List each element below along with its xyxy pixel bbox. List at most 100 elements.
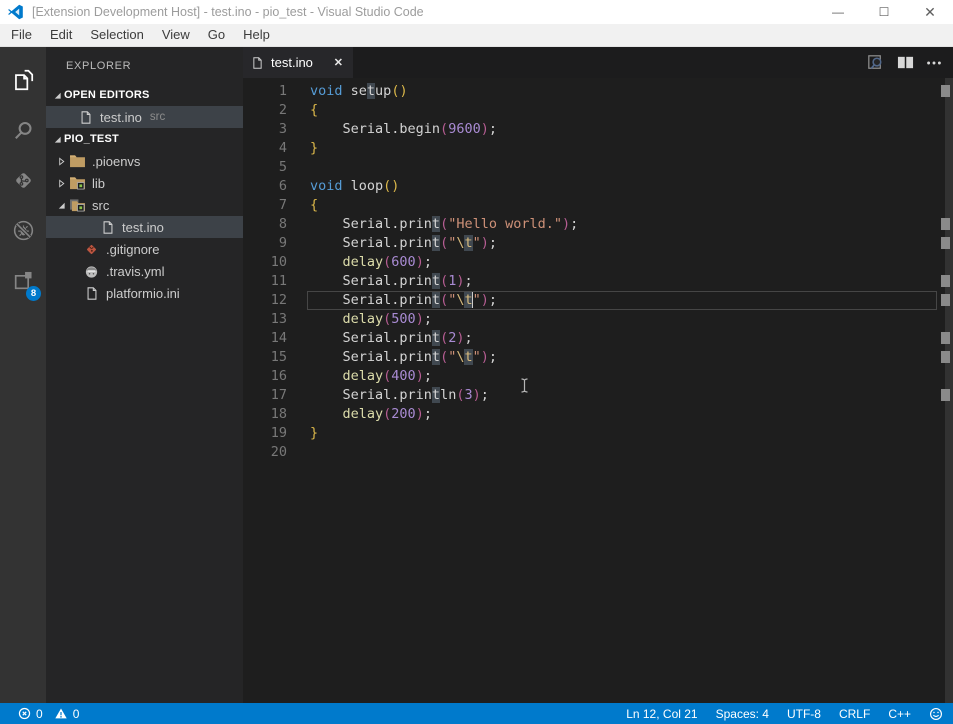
section-header-open-editors[interactable]: OPEN EDITORS xyxy=(46,84,243,106)
mouse-ibeam-cursor xyxy=(520,378,529,399)
line-number: 5 xyxy=(243,158,287,177)
tree-item-src[interactable]: src xyxy=(46,194,243,216)
overview-mark xyxy=(941,294,950,306)
encoding-indicator[interactable]: UTF-8 xyxy=(787,707,821,721)
editor-group: test.ino ✕ 1void setup()2{3 Seri xyxy=(243,47,953,703)
code-line-19[interactable]: 19} xyxy=(243,424,953,443)
tab-bar: test.ino ✕ xyxy=(243,47,953,78)
folder-open-badge-icon xyxy=(68,198,87,212)
split-editor-icon[interactable] xyxy=(896,54,915,71)
editor-actions xyxy=(865,47,953,78)
language-indicator[interactable]: C++ xyxy=(888,707,911,721)
code-line-7[interactable]: 7{ xyxy=(243,196,953,215)
tree-item-test-ino[interactable]: test.inosrc xyxy=(46,106,243,128)
code-line-16[interactable]: 16 delay(400); xyxy=(243,367,953,386)
activity-bar: 8 xyxy=(0,47,46,703)
code-line-4[interactable]: 4} xyxy=(243,139,953,158)
activity-debug-icon[interactable] xyxy=(0,205,46,255)
git-icon xyxy=(82,242,101,257)
travis-icon xyxy=(82,264,101,279)
title-bar: [Extension Development Host] - test.ino … xyxy=(0,0,953,24)
overview-mark xyxy=(941,389,950,401)
code-line-5[interactable]: 5 xyxy=(243,158,953,177)
menu-edit[interactable]: Edit xyxy=(41,24,81,46)
code-line-6[interactable]: 6void loop() xyxy=(243,177,953,196)
code-editor[interactable]: 1void setup()2{3 Serial.begin(9600);4}56… xyxy=(243,78,953,703)
code-line-12[interactable]: 12 Serial.print("\t"); xyxy=(243,291,953,310)
code-line-10[interactable]: 10 delay(600); xyxy=(243,253,953,272)
tree-item-label: platformio.ini xyxy=(106,286,180,301)
line-content: Serial.print("Hello world."); xyxy=(310,215,578,234)
tree-item--travis-yml[interactable]: .travis.yml xyxy=(46,260,243,282)
line-content: Serial.print(2); xyxy=(310,329,473,348)
tree-item--pioenvs[interactable]: .pioenvs xyxy=(46,150,243,172)
line-content: Serial.println(3); xyxy=(310,386,489,405)
code-line-3[interactable]: 3 Serial.begin(9600); xyxy=(243,120,953,139)
tree-item-lib[interactable]: lib xyxy=(46,172,243,194)
window-title: [Extension Development Host] - test.ino … xyxy=(32,5,424,19)
code-line-17[interactable]: 17 Serial.println(3); xyxy=(243,386,953,405)
code-line-14[interactable]: 14 Serial.print(2); xyxy=(243,329,953,348)
indentation-indicator[interactable]: Spaces: 4 xyxy=(716,707,769,721)
activity-explorer-icon[interactable] xyxy=(0,55,46,105)
errors-icon[interactable] xyxy=(18,707,31,720)
file-icon xyxy=(82,286,101,301)
line-content: Serial.print(1); xyxy=(310,272,473,291)
menu-help[interactable]: Help xyxy=(234,24,279,46)
code-line-9[interactable]: 9 Serial.print("\t"); xyxy=(243,234,953,253)
code-line-1[interactable]: 1void setup() xyxy=(243,82,953,101)
line-content: { xyxy=(310,196,318,215)
activity-search-icon[interactable] xyxy=(0,105,46,155)
line-number: 6 xyxy=(243,177,287,196)
tree-item-label: test.ino xyxy=(122,220,164,235)
menu-go[interactable]: Go xyxy=(199,24,234,46)
tab-close-icon[interactable]: ✕ xyxy=(332,54,345,71)
errors-count[interactable]: 0 xyxy=(36,707,43,721)
warnings-icon[interactable] xyxy=(54,707,68,720)
tree-item--gitignore[interactable]: .gitignore xyxy=(46,238,243,260)
tree-item-label: .pioenvs xyxy=(92,154,140,169)
line-number: 16 xyxy=(243,367,287,386)
line-content: } xyxy=(310,139,318,158)
folder-badge-icon xyxy=(68,176,87,190)
line-content: Serial.print("\t"); xyxy=(310,348,497,367)
close-button[interactable]: ✕ xyxy=(907,0,953,24)
chevron-expanded-icon xyxy=(50,135,64,144)
activity-source-control-icon[interactable] xyxy=(0,155,46,205)
maximize-button[interactable]: ☐ xyxy=(861,0,907,24)
code-line-20[interactable]: 20 xyxy=(243,443,953,462)
section-header-pio-test[interactable]: PIO_TEST xyxy=(46,128,243,150)
activity-extensions-icon[interactable]: 8 xyxy=(0,255,46,305)
line-number: 10 xyxy=(243,253,287,272)
line-number: 12 xyxy=(243,291,287,310)
cursor-position[interactable]: Ln 12, Col 21 xyxy=(626,707,697,721)
extensions-badge: 8 xyxy=(26,286,41,301)
status-bar: 0 0 Ln 12, Col 21 Spaces: 4 UTF-8 CRLF C… xyxy=(0,703,953,724)
menu-file[interactable]: File xyxy=(2,24,41,46)
line-content: Serial.print("\t"); xyxy=(310,234,497,253)
feedback-smiley-icon[interactable] xyxy=(929,707,943,721)
code-line-13[interactable]: 13 delay(500); xyxy=(243,310,953,329)
line-number: 2 xyxy=(243,101,287,120)
minimize-button[interactable]: — xyxy=(815,0,861,24)
warnings-count[interactable]: 0 xyxy=(73,707,80,721)
tree-item-platformio-ini[interactable]: platformio.ini xyxy=(46,282,243,304)
menu-selection[interactable]: Selection xyxy=(81,24,152,46)
tree-item-label: test.ino xyxy=(100,110,142,125)
tab-test-ino[interactable]: test.ino ✕ xyxy=(243,47,353,78)
code-line-11[interactable]: 11 Serial.print(1); xyxy=(243,272,953,291)
code-line-8[interactable]: 8 Serial.print("Hello world."); xyxy=(243,215,953,234)
line-number: 4 xyxy=(243,139,287,158)
line-content: delay(400); xyxy=(310,367,432,386)
line-content: delay(600); xyxy=(310,253,432,272)
more-actions-icon[interactable] xyxy=(925,54,943,72)
line-content: } xyxy=(310,424,318,443)
line-number: 19 xyxy=(243,424,287,443)
open-preview-icon[interactable] xyxy=(865,52,886,73)
menu-view[interactable]: View xyxy=(153,24,199,46)
code-line-2[interactable]: 2{ xyxy=(243,101,953,120)
code-line-15[interactable]: 15 Serial.print("\t"); xyxy=(243,348,953,367)
code-line-18[interactable]: 18 delay(200); xyxy=(243,405,953,424)
eol-indicator[interactable]: CRLF xyxy=(839,707,870,721)
tree-item-test-ino[interactable]: test.ino xyxy=(46,216,243,238)
